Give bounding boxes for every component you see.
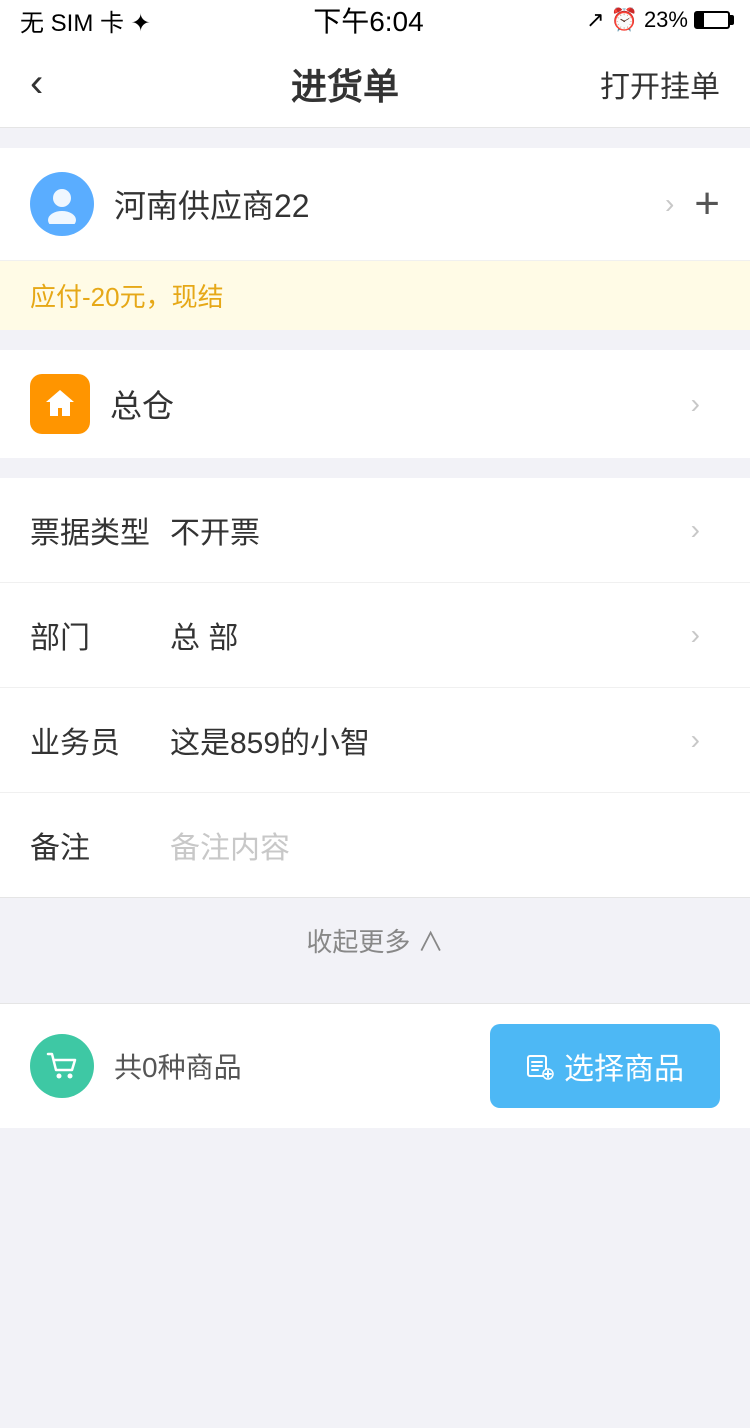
- remark-value: 备注内容: [170, 823, 720, 867]
- warehouse-chevron-icon: ›: [691, 388, 700, 420]
- section-gap-3: [0, 458, 750, 478]
- department-value: 总 部: [170, 613, 691, 657]
- department-row[interactable]: 部门 总 部 ›: [0, 582, 750, 687]
- invoice-type-chevron-icon: ›: [691, 514, 700, 546]
- cart-icon: [30, 1034, 94, 1098]
- remark-label: 备注: [30, 823, 170, 867]
- remark-row[interactable]: 备注 备注内容: [0, 792, 750, 897]
- invoice-type-row[interactable]: 票据类型 不开票 ›: [0, 478, 750, 582]
- supplier-name: 河南供应商22: [114, 181, 665, 227]
- select-product-button[interactable]: 选择商品: [490, 1024, 720, 1108]
- status-time: 下午6:04: [313, 0, 424, 40]
- alarm-icon: ⏰: [611, 7, 638, 33]
- collapse-label: 收起更多 ∧: [306, 922, 443, 959]
- sim-label: 无 SIM 卡 ✦: [20, 3, 151, 38]
- salesperson-value: 这是859的小智: [170, 718, 691, 762]
- page-title: 进货单: [291, 58, 399, 110]
- section-gap-1: [0, 128, 750, 148]
- location-icon: ↗: [586, 7, 604, 33]
- department-chevron-icon: ›: [691, 619, 700, 651]
- product-count-label: 共0种商品: [114, 1046, 490, 1086]
- status-left: 无 SIM 卡 ✦: [20, 3, 151, 38]
- department-label: 部门: [30, 613, 170, 657]
- section-gap-2: [0, 330, 750, 350]
- salesperson-row[interactable]: 业务员 这是859的小智 ›: [0, 687, 750, 792]
- form-card: 票据类型 不开票 › 部门 总 部 › 业务员 这是859的小智 › 备注 备注…: [0, 478, 750, 897]
- battery-icon: [694, 11, 730, 29]
- collapse-bar[interactable]: 收起更多 ∧: [0, 897, 750, 983]
- warehouse-row[interactable]: 总仓 ›: [0, 350, 750, 458]
- product-bar: 共0种商品 选择商品: [0, 1003, 750, 1128]
- invoice-type-label: 票据类型: [30, 508, 170, 552]
- status-right: ↗ ⏰ 23%: [586, 7, 730, 33]
- supplier-row[interactable]: 河南供应商22 › +: [0, 148, 750, 261]
- avatar: [30, 172, 94, 236]
- status-bar: 无 SIM 卡 ✦ 下午6:04 ↗ ⏰ 23%: [0, 0, 750, 40]
- bottom-space: [0, 1128, 750, 1428]
- warehouse-card: 总仓 ›: [0, 350, 750, 458]
- salesperson-chevron-icon: ›: [691, 724, 700, 756]
- add-supplier-button[interactable]: +: [694, 182, 720, 226]
- supplier-chevron-icon: ›: [665, 188, 674, 220]
- select-product-label: 选择商品: [564, 1044, 684, 1088]
- notice-bar: 应付-20元，现结: [0, 261, 750, 330]
- section-gap-4: [0, 983, 750, 1003]
- invoice-type-value: 不开票: [170, 508, 691, 552]
- nav-bar: ‹ 进货单 打开挂单: [0, 40, 750, 128]
- notice-text: 应付-20元，现结: [30, 282, 224, 312]
- warehouse-icon: [30, 374, 90, 434]
- select-product-icon: [526, 1052, 554, 1080]
- supplier-card: 河南供应商22 › + 应付-20元，现结: [0, 148, 750, 330]
- warehouse-name: 总仓: [110, 381, 691, 427]
- open-pending-button[interactable]: 打开挂单: [600, 62, 720, 106]
- battery-label: 23%: [644, 7, 688, 33]
- salesperson-label: 业务员: [30, 718, 170, 762]
- back-button[interactable]: ‹: [30, 61, 90, 106]
